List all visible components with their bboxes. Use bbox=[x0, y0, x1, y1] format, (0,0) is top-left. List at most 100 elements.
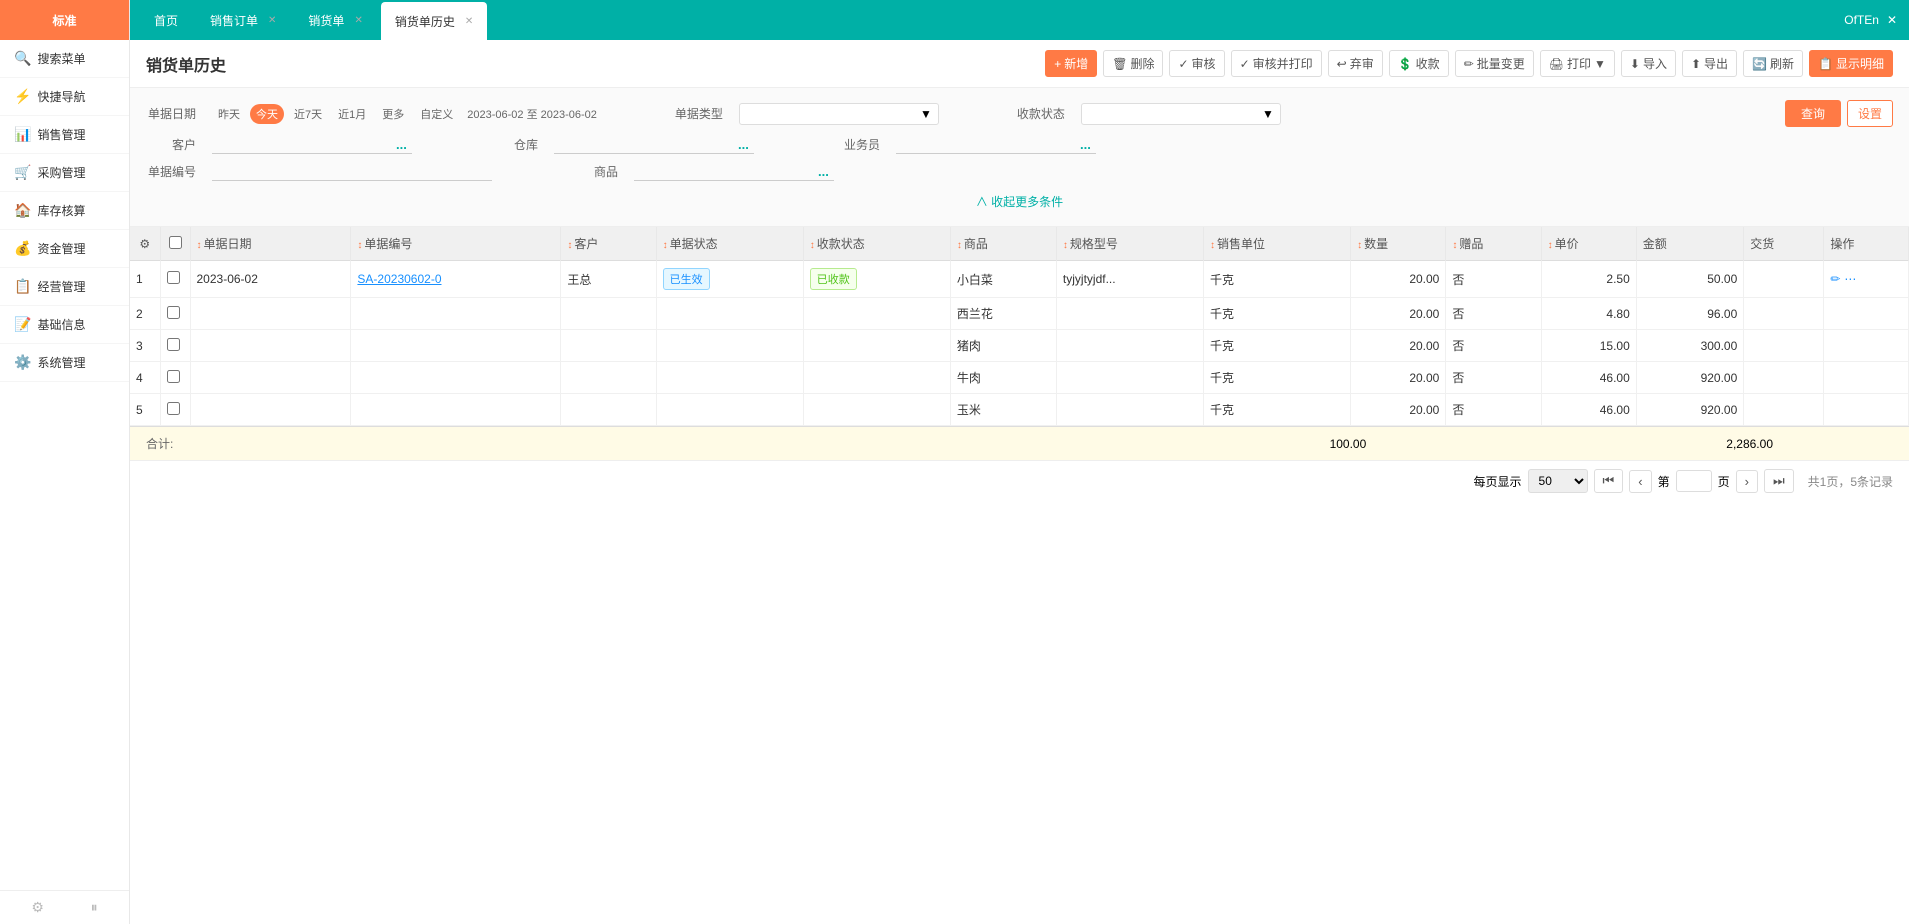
sidebar-item-sales-mgmt[interactable]: 📊 销售管理 bbox=[0, 116, 129, 154]
row-actions[interactable] bbox=[1824, 298, 1909, 330]
customer-input[interactable] bbox=[212, 135, 392, 153]
payment-status-select[interactable]: ▼ bbox=[1081, 103, 1281, 125]
row-doc-date bbox=[190, 330, 351, 362]
warehouse-ellipsis[interactable]: ... bbox=[734, 137, 753, 152]
sidebar-item-inventory-calc[interactable]: 🏠 库存核算 bbox=[0, 192, 129, 230]
row-doc-no[interactable]: SA-20230602-0 bbox=[351, 261, 561, 298]
tab-sales-order[interactable]: 销售订单 ✕ bbox=[196, 0, 290, 40]
col-payment-status[interactable]: ↕收款状态 bbox=[803, 227, 950, 261]
query-button[interactable]: 查询 bbox=[1785, 100, 1841, 127]
page-size-select[interactable]: 50 100 200 bbox=[1528, 469, 1588, 493]
row-gift: 否 bbox=[1446, 298, 1541, 330]
sidebar-item-ops-mgmt[interactable]: 📋 经营管理 bbox=[0, 268, 129, 306]
row-checkbox[interactable] bbox=[167, 271, 180, 284]
tab-home[interactable]: 首页 bbox=[140, 0, 192, 40]
row-checkbox-cell[interactable] bbox=[160, 394, 190, 426]
customer-ellipsis[interactable]: ... bbox=[392, 137, 411, 152]
add-button[interactable]: + 新增 bbox=[1045, 50, 1097, 77]
collect-button[interactable]: 💲 收款 bbox=[1389, 50, 1449, 77]
audit-button[interactable]: ✓ 审核 bbox=[1169, 50, 1224, 77]
row-doc-no[interactable] bbox=[351, 330, 561, 362]
date-today[interactable]: 今天 bbox=[250, 104, 284, 124]
prev-page-btn[interactable]: ‹ bbox=[1629, 470, 1651, 493]
doc-no-link[interactable]: SA-20230602-0 bbox=[357, 272, 441, 286]
filter-settings-button[interactable]: 设置 bbox=[1847, 100, 1893, 127]
col-unit-price[interactable]: ↕单价 bbox=[1541, 227, 1636, 261]
row-payment-status: 已收款 bbox=[803, 261, 950, 298]
date-custom[interactable]: 自定义 bbox=[414, 104, 459, 124]
import-button[interactable]: ⬇ 导入 bbox=[1621, 50, 1676, 77]
col-checkbox[interactable] bbox=[160, 227, 190, 261]
date-last7days[interactable]: 近7天 bbox=[288, 104, 328, 124]
refresh-button[interactable]: 🔄 刷新 bbox=[1743, 50, 1803, 77]
doc-no-input[interactable] bbox=[212, 162, 492, 181]
col-doc-no[interactable]: ↕单据编号 bbox=[351, 227, 561, 261]
col-doc-status[interactable]: ↕单据状态 bbox=[656, 227, 803, 261]
page-input[interactable]: 1 bbox=[1676, 470, 1712, 492]
sidebar-collapse-icon[interactable]: ⏸ bbox=[91, 899, 98, 916]
next-page-btn[interactable]: › bbox=[1736, 470, 1758, 493]
print-button[interactable]: 🖨 打印 ▼ bbox=[1540, 50, 1615, 77]
col-doc-date[interactable]: ↕单据日期 bbox=[190, 227, 351, 261]
warehouse-input[interactable] bbox=[554, 135, 734, 153]
col-spec-type[interactable]: ↕规格型号 bbox=[1056, 227, 1203, 261]
show-details-button[interactable]: 📋 显示明细 bbox=[1809, 50, 1893, 77]
audit-print-button[interactable]: ✓ 审核并打印 bbox=[1231, 50, 1322, 77]
last-page-btn[interactable]: ⏭ bbox=[1764, 469, 1794, 493]
staff-input[interactable] bbox=[896, 135, 1076, 153]
col-gift[interactable]: ↕赠品 bbox=[1446, 227, 1541, 261]
row-checkbox-cell[interactable] bbox=[160, 298, 190, 330]
tab-sales-goods[interactable]: 销货单 ✕ bbox=[294, 0, 376, 40]
row-checkbox[interactable] bbox=[167, 370, 180, 383]
export-button[interactable]: ⬆ 导出 bbox=[1682, 50, 1737, 77]
row-actions[interactable] bbox=[1824, 362, 1909, 394]
row-checkbox-cell[interactable] bbox=[160, 330, 190, 362]
sidebar-item-sys-mgmt[interactable]: ⚙️ 系统管理 bbox=[0, 344, 129, 382]
tab-sales-history[interactable]: 销货单历史 ✕ bbox=[381, 2, 487, 40]
sidebar-item-basic-info[interactable]: 📝 基础信息 bbox=[0, 306, 129, 344]
goods-input[interactable] bbox=[634, 162, 814, 180]
home-icon: 🏠 bbox=[14, 202, 31, 219]
sidebar-item-quick-nav[interactable]: ⚡ 快捷导航 bbox=[0, 78, 129, 116]
row-checkbox[interactable] bbox=[167, 402, 180, 415]
row-checkbox[interactable] bbox=[167, 338, 180, 351]
date-yesterday[interactable]: 昨天 bbox=[212, 104, 246, 124]
sidebar-settings-icon[interactable]: ⚙ bbox=[31, 899, 44, 916]
row-doc-status bbox=[656, 362, 803, 394]
row-checkbox-cell[interactable] bbox=[160, 261, 190, 298]
date-last1month[interactable]: 近1月 bbox=[332, 104, 372, 124]
more-action[interactable]: ⋯ bbox=[1844, 272, 1856, 286]
batch-change-button[interactable]: ✏ 批量变更 bbox=[1455, 50, 1534, 77]
close-sales-goods-tab[interactable]: ✕ bbox=[354, 15, 362, 26]
col-goods[interactable]: ↕商品 bbox=[950, 227, 1056, 261]
row-doc-no[interactable] bbox=[351, 298, 561, 330]
print-icon: 🖨 bbox=[1549, 57, 1564, 71]
date-more[interactable]: 更多 bbox=[376, 104, 410, 124]
sidebar-item-search-menu[interactable]: 🔍 搜索菜单 bbox=[0, 40, 129, 78]
col-settings[interactable]: ⚙ bbox=[130, 227, 160, 261]
row-checkbox-cell[interactable] bbox=[160, 362, 190, 394]
col-customer[interactable]: ↕客户 bbox=[561, 227, 656, 261]
close-window-btn[interactable]: ✕ bbox=[1887, 13, 1897, 27]
collapse-conditions[interactable]: ∧ 收起更多条件 bbox=[146, 189, 1893, 214]
row-doc-no[interactable] bbox=[351, 394, 561, 426]
col-sales-unit[interactable]: ↕销售单位 bbox=[1204, 227, 1351, 261]
abandon-button[interactable]: ↩ 弃审 bbox=[1328, 50, 1383, 77]
close-sales-order-tab[interactable]: ✕ bbox=[268, 15, 276, 26]
select-all-checkbox[interactable] bbox=[169, 236, 182, 249]
row-actions[interactable]: ✏⋯ bbox=[1824, 261, 1909, 298]
goods-ellipsis[interactable]: ... bbox=[814, 164, 833, 179]
close-sales-history-tab[interactable]: ✕ bbox=[465, 16, 473, 27]
row-doc-no[interactable] bbox=[351, 362, 561, 394]
first-page-btn[interactable]: ⏮ bbox=[1594, 469, 1624, 493]
sidebar-item-purchase-mgmt[interactable]: 🛒 采购管理 bbox=[0, 154, 129, 192]
edit-action[interactable]: ✏ bbox=[1830, 272, 1840, 286]
row-checkbox[interactable] bbox=[167, 306, 180, 319]
doc-type-select[interactable]: ▼ bbox=[739, 103, 939, 125]
row-actions[interactable] bbox=[1824, 330, 1909, 362]
staff-ellipsis[interactable]: ... bbox=[1076, 137, 1095, 152]
sidebar-item-fund-mgmt[interactable]: 💰 资金管理 bbox=[0, 230, 129, 268]
row-actions[interactable] bbox=[1824, 394, 1909, 426]
delete-button[interactable]: 🗑 删除 bbox=[1103, 50, 1163, 77]
col-quantity[interactable]: ↕数量 bbox=[1351, 227, 1446, 261]
